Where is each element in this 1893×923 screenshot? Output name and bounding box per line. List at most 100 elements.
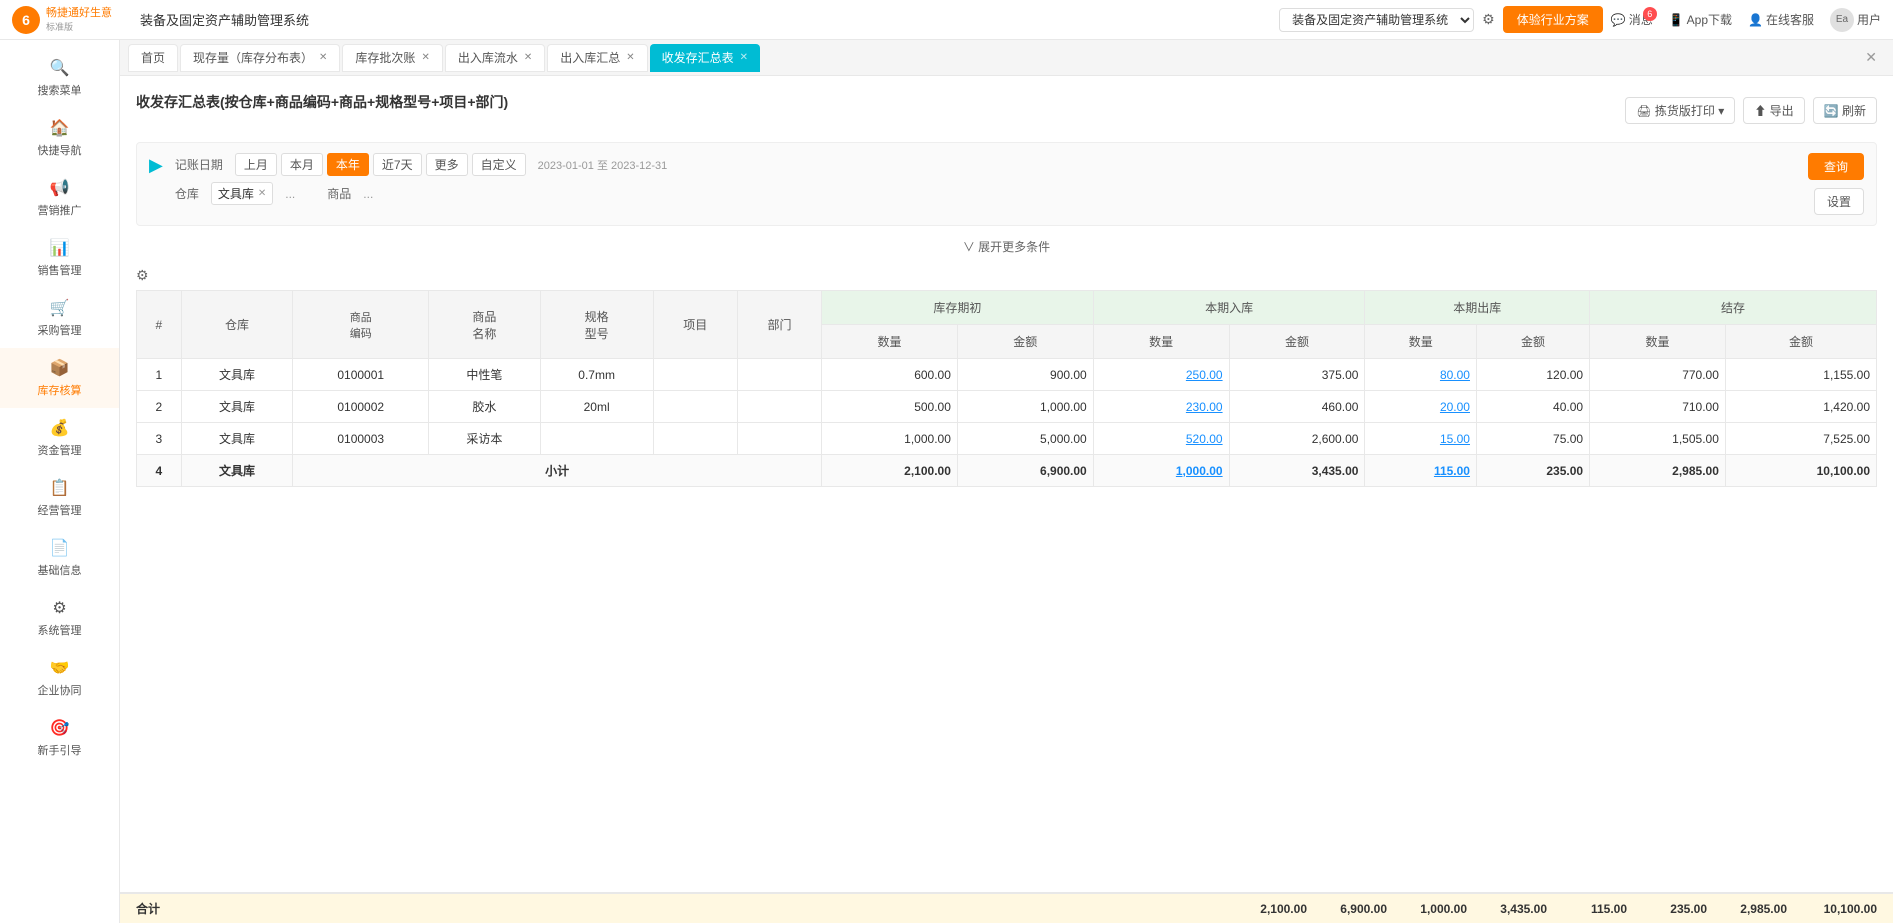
row2-out-qty-link[interactable]: 20.00 bbox=[1440, 400, 1470, 414]
subtotal-out-qty[interactable]: 115.00 bbox=[1365, 455, 1477, 487]
subtotal-in-qty[interactable]: 1,000.00 bbox=[1093, 455, 1229, 487]
experience-button[interactable]: 体验行业方案 bbox=[1503, 6, 1603, 33]
col-goods-name: 商品名称 bbox=[429, 291, 541, 359]
subtotal-opening-qty: 2,100.00 bbox=[822, 455, 958, 487]
sidebar-item-system[interactable]: ⚙ 系统管理 bbox=[0, 588, 119, 648]
service-icon: 👤 bbox=[1748, 13, 1763, 27]
filter-expand-arrow[interactable]: ▶ bbox=[149, 153, 163, 176]
warehouse-more[interactable]: ... bbox=[285, 187, 295, 201]
row1-out-amt: 120.00 bbox=[1476, 359, 1589, 391]
row1-in-qty[interactable]: 250.00 bbox=[1093, 359, 1229, 391]
row3-opening-qty: 1,000.00 bbox=[822, 423, 958, 455]
row1-in-qty-link[interactable]: 250.00 bbox=[1186, 368, 1223, 382]
tab-stock-dist-close[interactable]: ✕ bbox=[319, 52, 327, 63]
query-button[interactable]: 查询 bbox=[1808, 153, 1864, 180]
subtotal-out-qty-link[interactable]: 115.00 bbox=[1434, 464, 1470, 478]
print-button[interactable]: 🖨 拣货版打印 ▾ bbox=[1625, 97, 1735, 124]
tab-recv-send-close[interactable]: ✕ bbox=[740, 52, 748, 63]
row3-out-qty-link[interactable]: 15.00 bbox=[1440, 432, 1470, 446]
date-btn-more[interactable]: 更多 bbox=[426, 153, 468, 176]
date-btn-this-month[interactable]: 本月 bbox=[281, 153, 323, 176]
export-button[interactable]: ⬆ 导出 bbox=[1743, 97, 1804, 124]
row3-opening-amt: 5,000.00 bbox=[957, 423, 1093, 455]
message-button[interactable]: 💬 消息 6 bbox=[1611, 11, 1653, 28]
sidebar-item-enterprise[interactable]: 🤝 企业协同 bbox=[0, 648, 119, 708]
sidebar-item-label: 新手引导 bbox=[38, 742, 82, 758]
sidebar-item-search[interactable]: 🔍 搜索菜单 bbox=[0, 48, 119, 108]
row2-name: 胶水 bbox=[429, 391, 541, 423]
tab-recv-send-label: 收发存汇总表 bbox=[662, 49, 734, 66]
logo-icon: 6 bbox=[12, 6, 40, 34]
online-service-button[interactable]: 👤 在线客服 bbox=[1748, 11, 1814, 28]
filter-actions: 查询 设置 bbox=[1808, 153, 1864, 215]
tab-flow[interactable]: 出入库流水 ✕ bbox=[445, 44, 545, 72]
tab-recv-send[interactable]: 收发存汇总表 ✕ bbox=[650, 44, 760, 72]
goods-more[interactable]: ... bbox=[363, 187, 373, 201]
table-row: 1 文具库 0100001 中性笔 0.7mm 600.00 900.00 25… bbox=[137, 359, 1877, 391]
date-btn-custom[interactable]: 自定义 bbox=[472, 153, 526, 176]
row3-in-qty-link[interactable]: 520.00 bbox=[1186, 432, 1223, 446]
subtotal-label: 小计 bbox=[293, 455, 822, 487]
table-row: 2 文具库 0100002 胶水 20ml 500.00 1,000.00 23… bbox=[137, 391, 1877, 423]
date-btn-7days[interactable]: 近7天 bbox=[373, 153, 422, 176]
warehouse-filter-label: 仓库 bbox=[175, 185, 199, 202]
row3-seq: 3 bbox=[137, 423, 182, 455]
row1-out-qty[interactable]: 80.00 bbox=[1365, 359, 1477, 391]
col-goods-spec: 规格型号 bbox=[540, 291, 653, 359]
sidebar-item-sales[interactable]: 📊 销售管理 bbox=[0, 228, 119, 288]
sidebar-item-operations[interactable]: 📋 经营管理 bbox=[0, 468, 119, 528]
tab-batch-close[interactable]: ✕ bbox=[421, 52, 429, 63]
row2-out-qty[interactable]: 20.00 bbox=[1365, 391, 1477, 423]
row2-in-qty[interactable]: 230.00 bbox=[1093, 391, 1229, 423]
warehouse-tag[interactable]: 文具库 ✕ bbox=[211, 182, 273, 205]
tab-flow-close[interactable]: ✕ bbox=[524, 52, 532, 63]
date-btn-this-year[interactable]: 本年 bbox=[327, 153, 369, 176]
marketing-icon: 📢 bbox=[50, 178, 70, 198]
expand-more-button[interactable]: ∨ 展开更多条件 bbox=[963, 238, 1050, 255]
tab-home[interactable]: 首页 bbox=[128, 44, 178, 72]
row3-project bbox=[653, 423, 737, 455]
print-dropdown-icon: ▾ bbox=[1718, 104, 1724, 118]
row3-out-qty[interactable]: 15.00 bbox=[1365, 423, 1477, 455]
date-btn-last-month[interactable]: 上月 bbox=[235, 153, 277, 176]
filter-settings-button[interactable]: 设置 bbox=[1814, 188, 1864, 215]
col-out-qty: 数量 bbox=[1365, 325, 1477, 359]
user-button[interactable]: Ea 用户 bbox=[1830, 8, 1881, 32]
sidebar-item-marketing[interactable]: 📢 营销推广 bbox=[0, 168, 119, 228]
table-gear-icon[interactable]: ⚙ bbox=[136, 267, 149, 283]
sidebar-item-finance[interactable]: 💰 资金管理 bbox=[0, 408, 119, 468]
row1-balance-qty: 770.00 bbox=[1590, 359, 1726, 391]
tab-batch[interactable]: 库存批次账 ✕ bbox=[342, 44, 442, 72]
sidebar-item-inventory[interactable]: 📦 库存核算 bbox=[0, 348, 119, 408]
subtotal-opening-amt: 6,900.00 bbox=[957, 455, 1093, 487]
settings-gear-icon[interactable]: ⚙ bbox=[1482, 11, 1495, 28]
row2-balance-qty: 710.00 bbox=[1590, 391, 1726, 423]
row2-balance-amt: 1,420.00 bbox=[1725, 391, 1876, 423]
purchase-icon: 🛒 bbox=[50, 298, 70, 318]
subtotal-balance-amt: 10,100.00 bbox=[1725, 455, 1876, 487]
sidebar-item-base-info[interactable]: 📄 基础信息 bbox=[0, 528, 119, 588]
tab-stock-dist[interactable]: 现存量（库存分布表） ✕ bbox=[180, 44, 340, 72]
logo-sub: 标准版 bbox=[46, 20, 112, 33]
filter-warehouse-row: 仓库 文具库 ✕ ... 商品 ... bbox=[175, 182, 667, 205]
tab-inout-summary[interactable]: 出入库汇总 ✕ bbox=[547, 44, 647, 72]
row2-in-qty-link[interactable]: 230.00 bbox=[1186, 400, 1223, 414]
tab-inout-summary-close[interactable]: ✕ bbox=[626, 52, 634, 63]
app-download-button[interactable]: 📱 App下载 bbox=[1669, 11, 1732, 28]
module-dropdown[interactable]: 装备及固定资产辅助管理系统 bbox=[1279, 8, 1474, 32]
warehouse-tag-close[interactable]: ✕ bbox=[258, 188, 266, 199]
tab-stock-dist-label: 现存量（库存分布表） bbox=[193, 49, 313, 66]
col-in-qty: 数量 bbox=[1093, 325, 1229, 359]
sidebar-item-quick-nav[interactable]: 🏠 快捷导航 bbox=[0, 108, 119, 168]
tab-bar-close-all[interactable]: ✕ bbox=[1857, 49, 1885, 66]
refresh-button[interactable]: 🔄 刷新 bbox=[1813, 97, 1877, 124]
row1-out-qty-link[interactable]: 80.00 bbox=[1440, 368, 1470, 382]
sidebar-item-newbie[interactable]: 🎯 新手引导 bbox=[0, 708, 119, 768]
row2-spec: 20ml bbox=[540, 391, 653, 423]
date-filter-label: 记账日期 bbox=[175, 156, 223, 173]
online-service-label: 在线客服 bbox=[1766, 11, 1814, 28]
sidebar-item-purchase[interactable]: 🛒 采购管理 bbox=[0, 288, 119, 348]
subtotal-in-qty-link[interactable]: 1,000.00 bbox=[1176, 464, 1223, 478]
col-opening-amt: 金额 bbox=[957, 325, 1093, 359]
row3-in-qty[interactable]: 520.00 bbox=[1093, 423, 1229, 455]
